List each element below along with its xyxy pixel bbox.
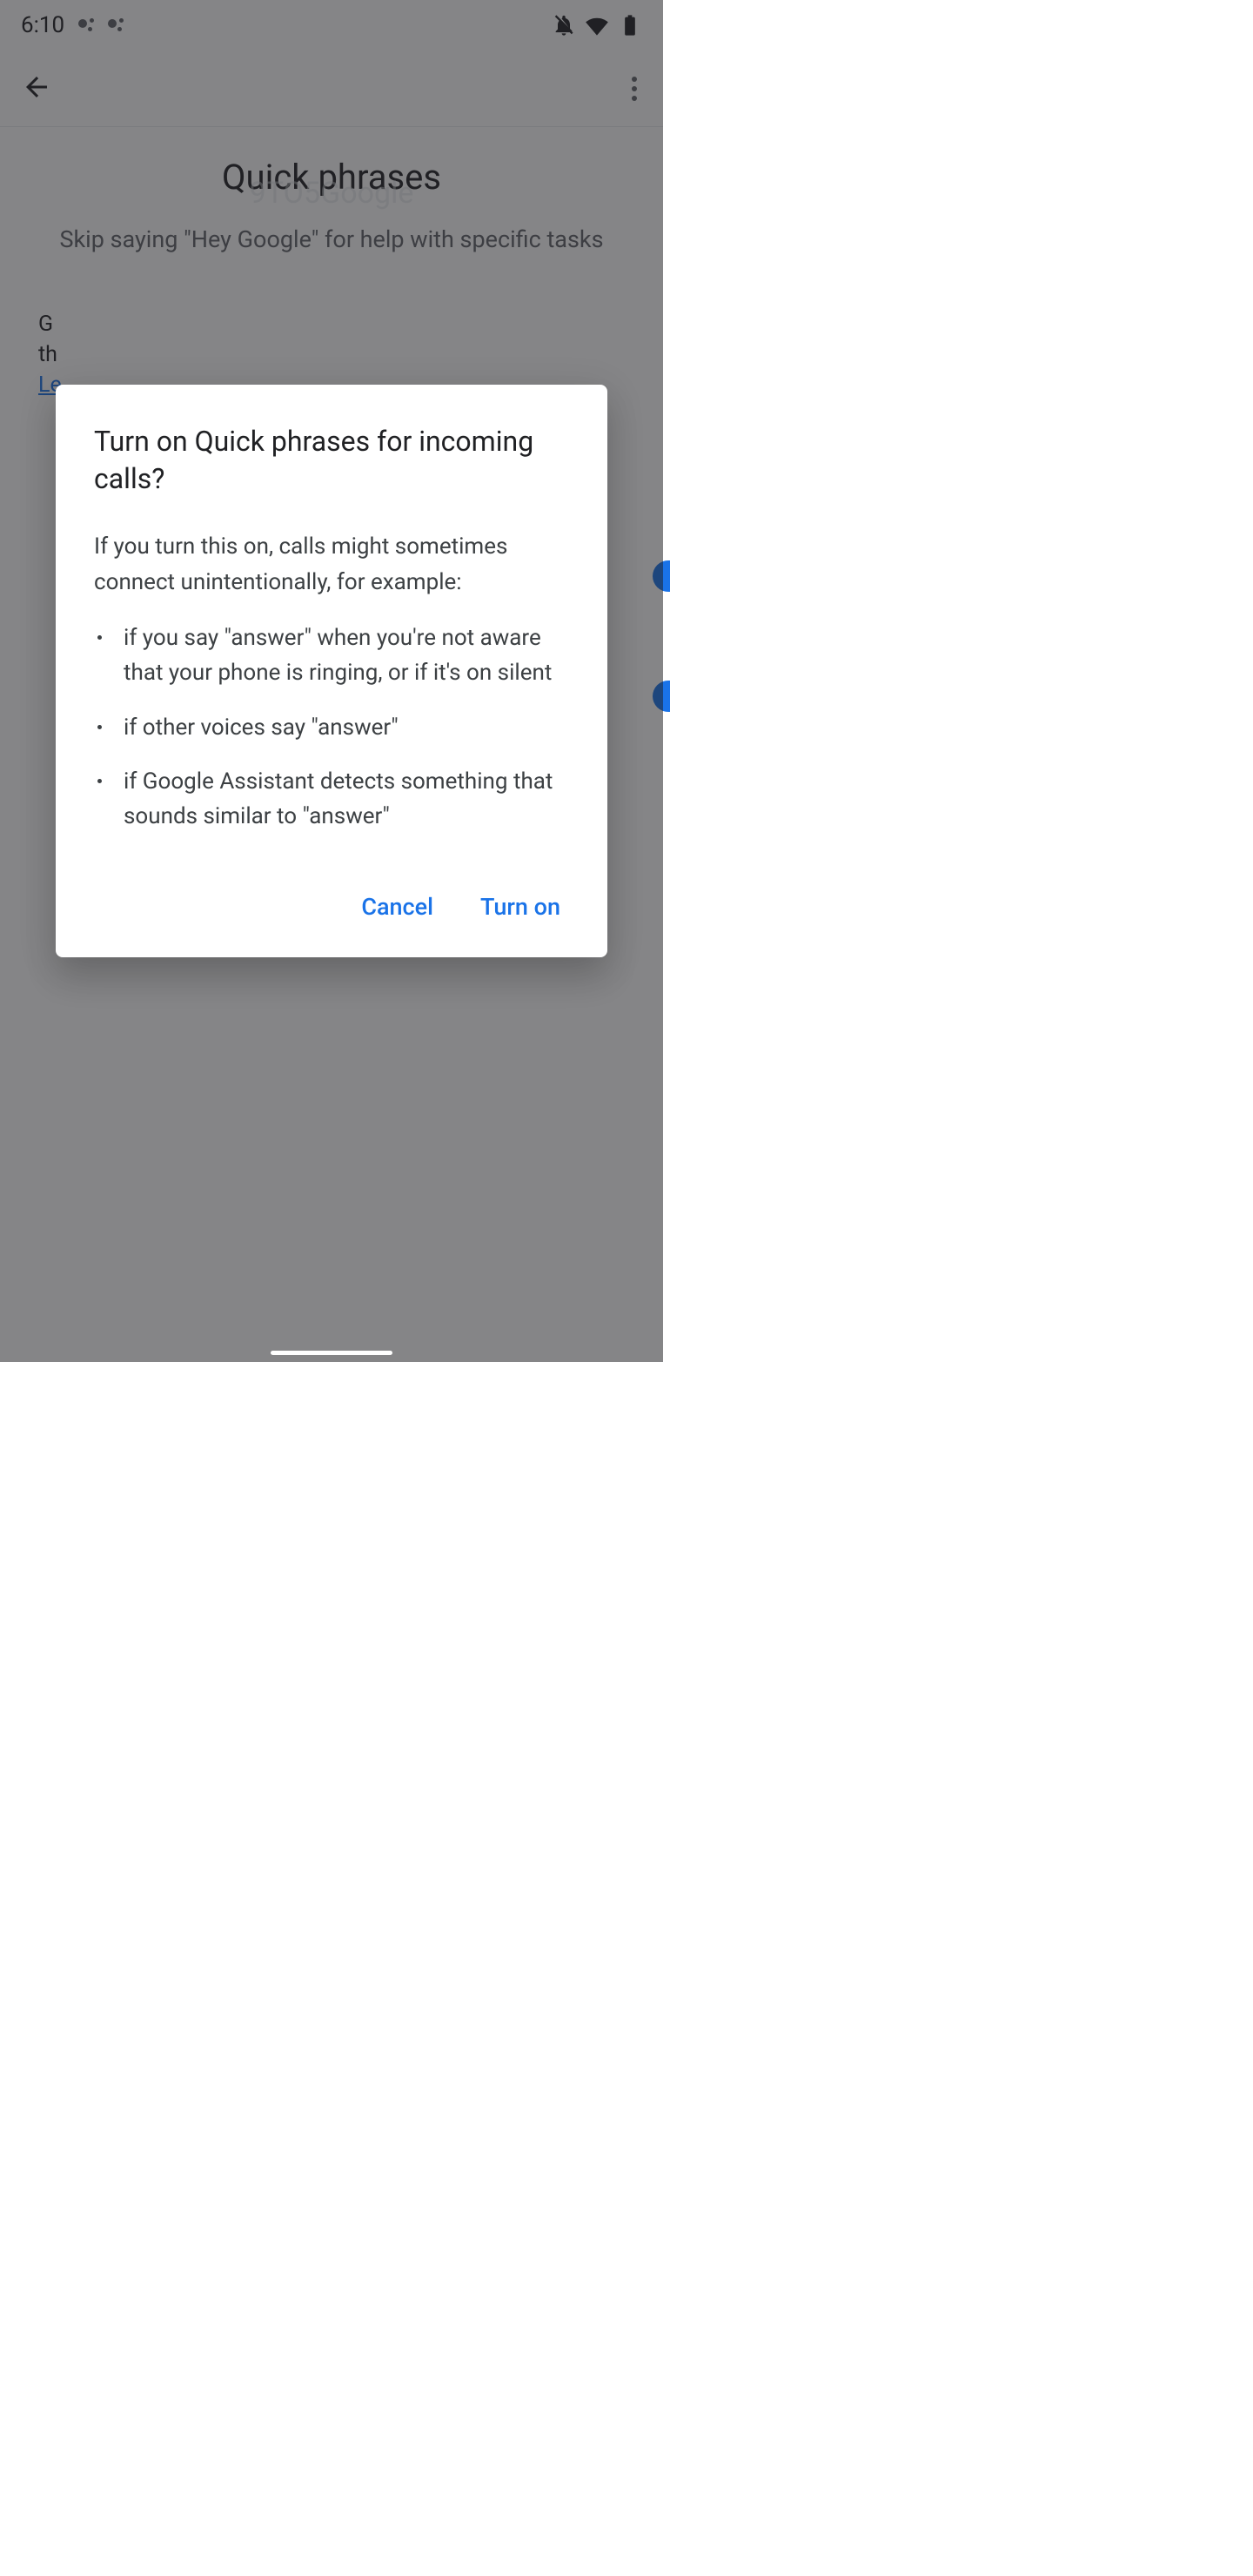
navigation-bar-handle[interactable]: [271, 1351, 392, 1355]
dialog-bullet: if Google Assistant detects something th…: [120, 764, 569, 835]
dialog-bullet-list: if you say "answer" when you're not awar…: [94, 621, 569, 834]
cancel-button[interactable]: Cancel: [358, 886, 437, 928]
dialog-body: If you turn this on, calls might sometim…: [94, 529, 569, 834]
turn-on-button[interactable]: Turn on: [477, 886, 564, 928]
dialog-intro: If you turn this on, calls might sometim…: [94, 529, 569, 600]
dialog-bullet: if you say "answer" when you're not awar…: [120, 621, 569, 691]
dialog-bullet: if other voices say "answer": [120, 710, 569, 745]
dialog-title: Turn on Quick phrases for incoming calls…: [94, 423, 569, 498]
dialog-actions: Cancel Turn on: [94, 886, 569, 936]
confirm-dialog: Turn on Quick phrases for incoming calls…: [56, 385, 607, 957]
